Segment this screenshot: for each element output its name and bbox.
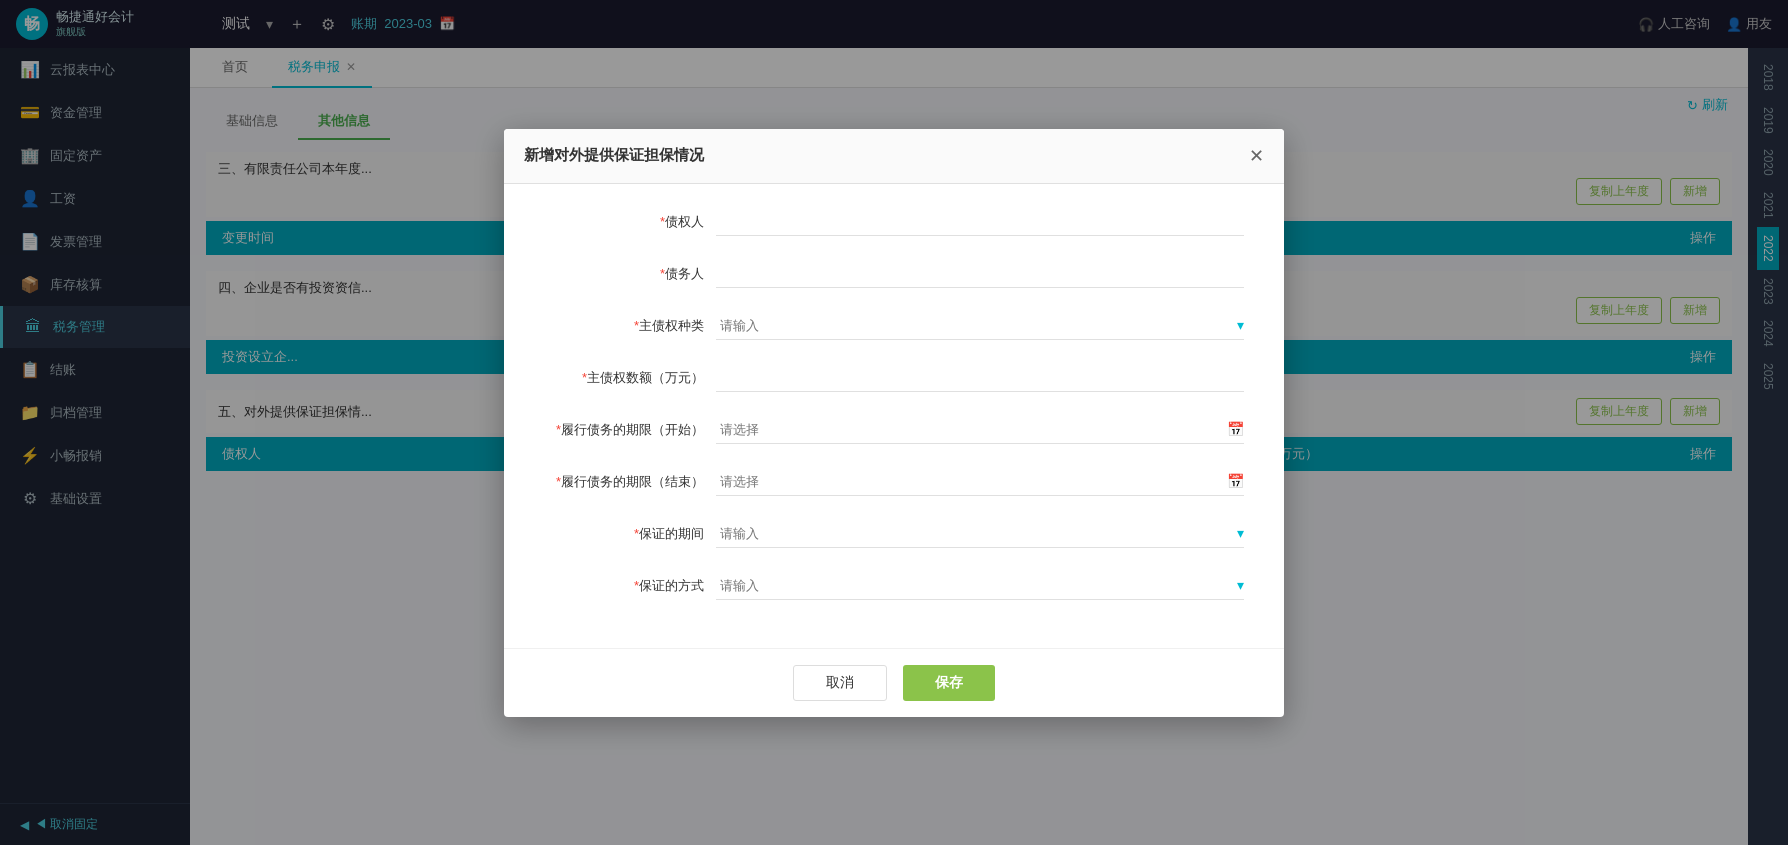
- required-mark: *: [634, 526, 639, 541]
- claim-type-input[interactable]: [716, 312, 1237, 339]
- period-end-date[interactable]: 📅: [716, 468, 1244, 496]
- guarantee-method-arrow-icon[interactable]: ▾: [1237, 577, 1244, 593]
- required-mark: *: [634, 578, 639, 593]
- creditor-input[interactable]: [716, 208, 1244, 236]
- cancel-button[interactable]: 取消: [793, 665, 887, 701]
- claim-type-select[interactable]: ▾: [716, 312, 1244, 340]
- form-label-guarantee-period: *保证的期间: [544, 525, 704, 543]
- guarantee-method-select[interactable]: ▾: [716, 572, 1244, 600]
- form-row-guarantee-method: *保证的方式 ▾: [544, 572, 1244, 600]
- guarantee-period-select[interactable]: ▾: [716, 520, 1244, 548]
- dialog-overlay[interactable]: 新增对外提供保证担保情况 ✕ *债权人 *债务人 *: [0, 0, 1788, 845]
- guarantee-method-input[interactable]: [716, 572, 1237, 599]
- period-start-input[interactable]: [716, 416, 1227, 443]
- required-mark: *: [556, 474, 561, 489]
- dialog-body: *债权人 *债务人 *主债权种类 ▾: [504, 184, 1284, 648]
- form-label-debtor: *债务人: [544, 265, 704, 283]
- form-label-period-end: *履行债务的期限（结束）: [544, 473, 704, 491]
- period-end-input[interactable]: [716, 468, 1227, 495]
- required-mark: *: [634, 318, 639, 333]
- form-label-period-start: *履行债务的期限（开始）: [544, 421, 704, 439]
- form-row-debtor: *债务人: [544, 260, 1244, 288]
- form-row-period-end: *履行债务的期限（结束） 📅: [544, 468, 1244, 496]
- dialog-footer: 取消 保存: [504, 648, 1284, 717]
- form-row-period-start: *履行债务的期限（开始） 📅: [544, 416, 1244, 444]
- form-row-claim-type: *主债权种类 ▾: [544, 312, 1244, 340]
- form-label-creditor: *债权人: [544, 213, 704, 231]
- form-label-claim-type: *主债权种类: [544, 317, 704, 335]
- dialog-title: 新增对外提供保证担保情况: [524, 146, 704, 165]
- save-button[interactable]: 保存: [903, 665, 995, 701]
- required-mark: *: [660, 266, 665, 281]
- required-mark: *: [582, 370, 587, 385]
- form-label-claim-amount: *主债权数额（万元）: [544, 369, 704, 387]
- guarantee-period-arrow-icon[interactable]: ▾: [1237, 525, 1244, 541]
- debtor-input[interactable]: [716, 260, 1244, 288]
- claim-type-arrow-icon[interactable]: ▾: [1237, 317, 1244, 333]
- required-mark: *: [660, 214, 665, 229]
- guarantee-period-input[interactable]: [716, 520, 1237, 547]
- form-row-claim-amount: *主债权数额（万元）: [544, 364, 1244, 392]
- period-end-calendar-icon[interactable]: 📅: [1227, 473, 1244, 489]
- dialog-header: 新增对外提供保证担保情况 ✕: [504, 129, 1284, 184]
- form-row-creditor: *债权人: [544, 208, 1244, 236]
- form-label-guarantee-method: *保证的方式: [544, 577, 704, 595]
- required-mark: *: [556, 422, 561, 437]
- dialog-close-icon[interactable]: ✕: [1249, 145, 1264, 167]
- period-start-date[interactable]: 📅: [716, 416, 1244, 444]
- claim-amount-input[interactable]: [716, 364, 1244, 392]
- period-start-calendar-icon[interactable]: 📅: [1227, 421, 1244, 437]
- form-row-guarantee-period: *保证的期间 ▾: [544, 520, 1244, 548]
- dialog: 新增对外提供保证担保情况 ✕ *债权人 *债务人 *: [504, 129, 1284, 717]
